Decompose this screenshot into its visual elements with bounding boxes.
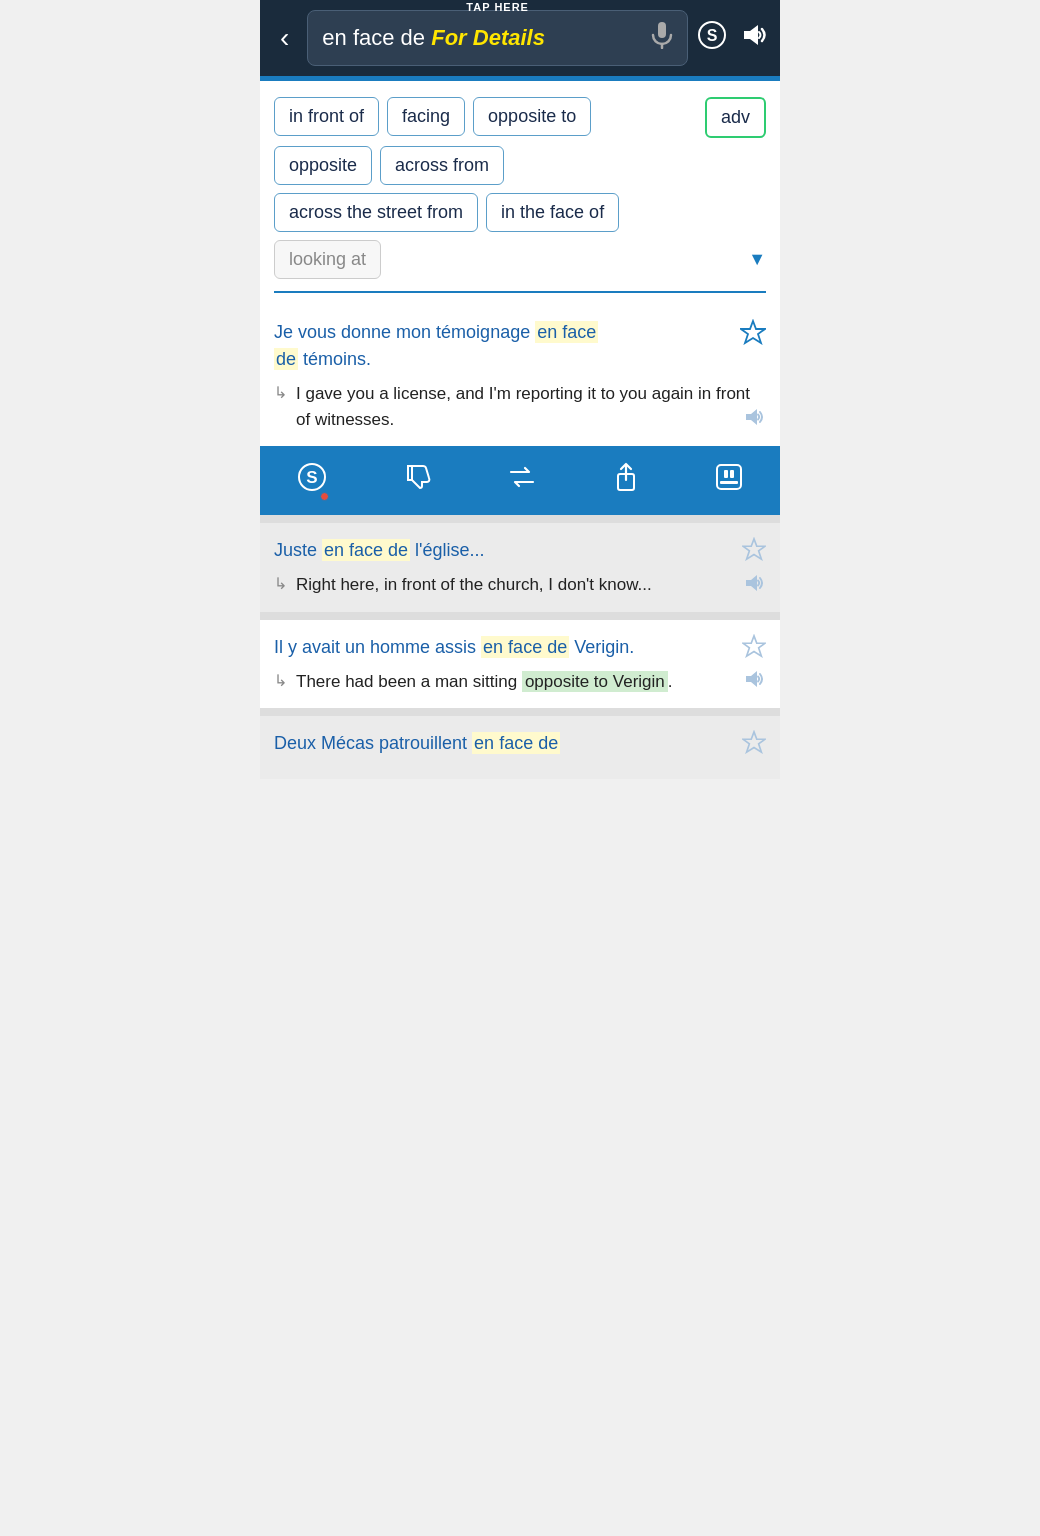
french-text-3: Il y avait un homme assis en face de Ver…	[274, 634, 766, 661]
svg-marker-4	[744, 25, 758, 45]
svg-marker-19	[743, 732, 765, 752]
tags-row-2: opposite across from	[274, 146, 766, 185]
section-divider	[274, 291, 766, 293]
speaker-button-1[interactable]	[744, 407, 766, 432]
example-entry-4: Deux Mécas patrouillent en face de	[260, 716, 780, 779]
bottom-toolbar: S	[260, 446, 780, 515]
highlight-1b: de	[274, 348, 298, 370]
en-highlight-3: opposite to Verigin	[522, 671, 668, 692]
star-button-4[interactable]	[742, 730, 766, 760]
tags-row-1: in front of facing opposite to adv	[274, 97, 766, 138]
thumbs-down-button[interactable]	[396, 456, 438, 505]
tag-across-street[interactable]: across the street from	[274, 193, 478, 232]
tag-looking-at[interactable]: looking at	[274, 240, 381, 279]
tag-adv[interactable]: adv	[705, 97, 766, 138]
svg-marker-6	[746, 409, 757, 425]
skype-toolbar-button[interactable]: S	[291, 456, 333, 505]
tag-opposite-to[interactable]: opposite to	[473, 97, 591, 136]
header-icons: S	[698, 21, 768, 55]
english-text-2: Right here, in front of the church, I do…	[274, 572, 766, 598]
red-dot	[320, 492, 329, 501]
english-text-1: I gave you a license, and I'm reporting …	[274, 381, 766, 432]
svg-rect-12	[724, 470, 728, 478]
speaker-button-2[interactable]	[744, 573, 766, 598]
highlight-1: en face	[535, 321, 598, 343]
svg-rect-0	[658, 22, 666, 38]
highlight-2: en face de	[322, 539, 410, 561]
search-bar[interactable]: TAP HERE en face de For Details	[307, 10, 688, 66]
svg-rect-11	[717, 465, 741, 489]
svg-rect-13	[730, 470, 734, 478]
entry-separator-1	[260, 515, 780, 523]
french-text-2: Juste en face de l'église...	[274, 537, 766, 564]
tap-here-label: TAP HERE	[466, 1, 529, 13]
speaker-button-3[interactable]	[744, 669, 766, 694]
tag-in-face-of[interactable]: in the face of	[486, 193, 619, 232]
highlight-3: en face de	[481, 636, 569, 658]
dropdown-row: looking at ▼	[274, 240, 766, 279]
app-header: ‹ TAP HERE en face de For Details S	[260, 0, 780, 76]
svg-marker-5	[741, 321, 765, 343]
svg-marker-18	[746, 671, 757, 687]
tag-across-from[interactable]: across from	[380, 146, 504, 185]
svg-text:S: S	[307, 468, 318, 487]
tag-in-front-of[interactable]: in front of	[274, 97, 379, 136]
info-button[interactable]	[709, 457, 749, 504]
svg-marker-15	[743, 539, 765, 559]
entry-separator-3	[260, 708, 780, 716]
english-text-3: There had been a man sitting opposite to…	[274, 669, 766, 695]
svg-marker-16	[746, 575, 757, 591]
microphone-icon[interactable]	[651, 21, 673, 55]
svg-marker-17	[743, 635, 765, 655]
dropdown-arrow-icon[interactable]: ▼	[748, 249, 766, 270]
arrows-button[interactable]	[501, 457, 543, 504]
example-entry-1: Je vous donne mon témoignage en facede t…	[260, 305, 780, 446]
star-button-2[interactable]	[742, 537, 766, 567]
svg-text:S: S	[707, 27, 718, 44]
star-button-1[interactable]	[740, 319, 766, 351]
example-entry-3: Il y avait un homme assis en face de Ver…	[260, 620, 780, 709]
search-query-text: en face de For Details	[322, 25, 545, 51]
search-query-plain: en face de	[322, 25, 431, 50]
tags-row-3: across the street from in the face of	[274, 193, 766, 232]
star-button-3[interactable]	[742, 634, 766, 664]
for-details-text: For Details	[431, 25, 545, 50]
highlight-4: en face de	[472, 732, 560, 754]
french-text-1: Je vous donne mon témoignage en facede t…	[274, 319, 766, 373]
entry-separator-2	[260, 612, 780, 620]
example-entry-2: Juste en face de l'église... Right here,…	[260, 523, 780, 612]
skype-icon[interactable]: S	[698, 21, 726, 55]
tag-opposite[interactable]: opposite	[274, 146, 372, 185]
tag-facing[interactable]: facing	[387, 97, 465, 136]
speaker-icon[interactable]	[740, 23, 768, 53]
back-button[interactable]: ‹	[272, 18, 297, 58]
french-text-4: Deux Mécas patrouillent en face de	[274, 730, 766, 757]
tags-left-row1: in front of facing opposite to	[274, 97, 697, 136]
translations-section: in front of facing opposite to adv oppos…	[260, 81, 780, 305]
share-button[interactable]	[606, 456, 646, 505]
svg-rect-14	[720, 481, 738, 484]
